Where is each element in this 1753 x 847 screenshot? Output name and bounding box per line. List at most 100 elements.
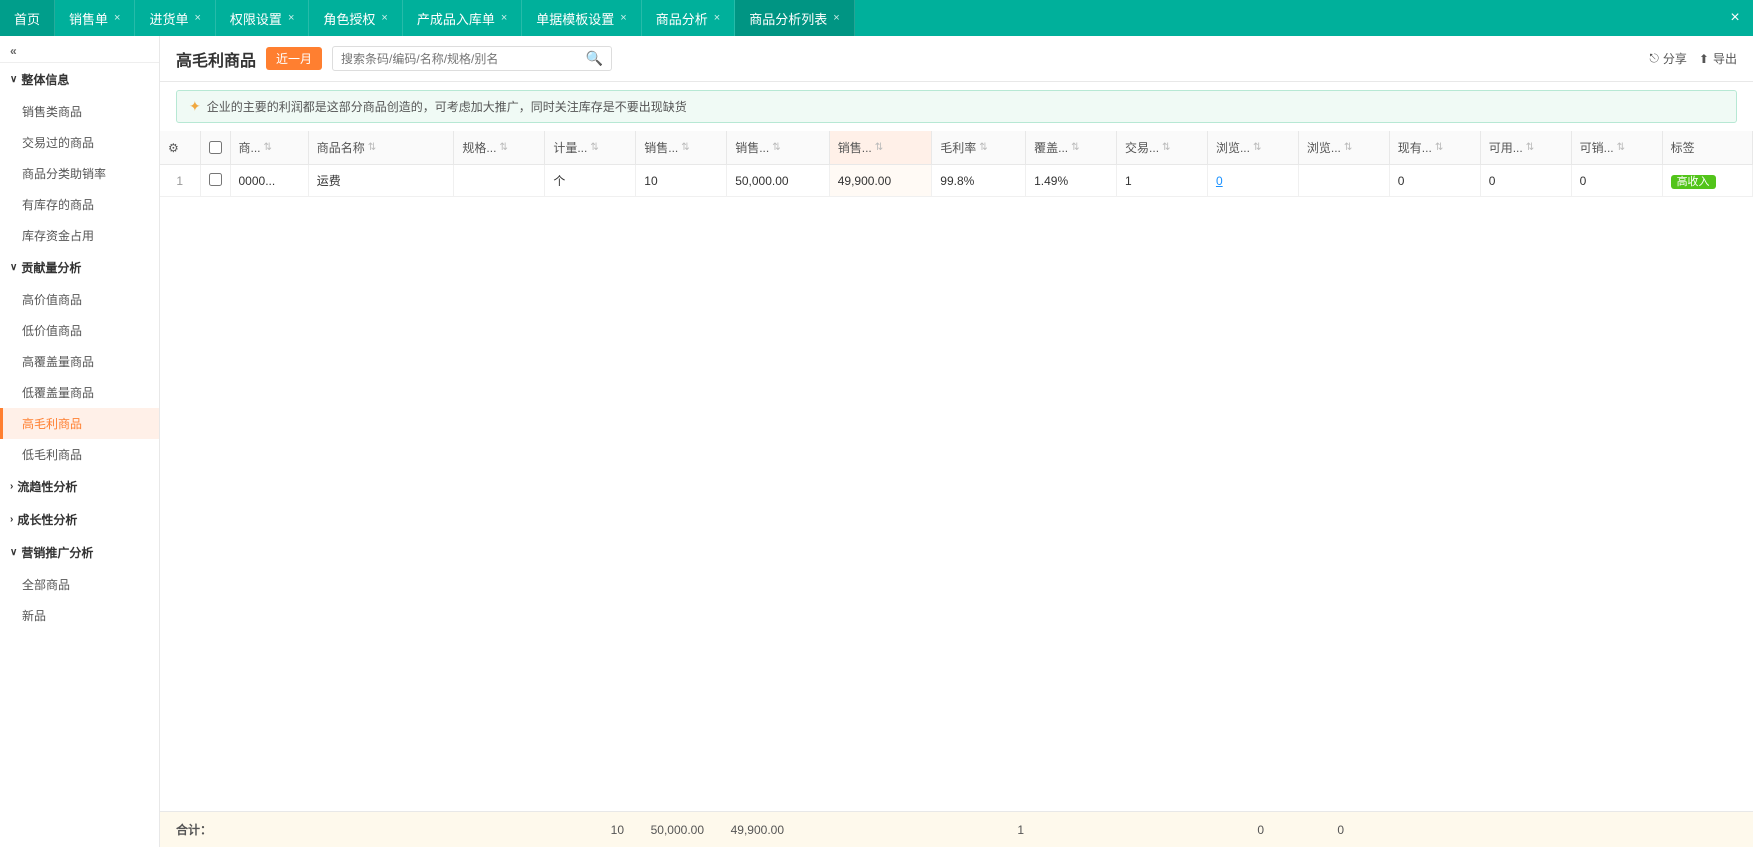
nav-tab-sales[interactable]: 销售单 × <box>55 0 135 36</box>
time-filter-button[interactable]: 近一月 <box>266 47 322 70</box>
table-row: 1 0000... 运费 个 <box>160 165 1753 197</box>
table-header-row: ⚙ 商...⇅ 商品名称⇅ 规格...⇅ <box>160 131 1753 165</box>
th-available[interactable]: 可用...⇅ <box>1480 131 1571 165</box>
sidebar-section-growth[interactable]: › 成长性分析 <box>0 503 159 536</box>
th-tag[interactable]: 标签 <box>1662 131 1752 165</box>
sidebar-item-sales-goods[interactable]: 销售类商品 <box>0 96 159 127</box>
th-trade[interactable]: 交易...⇅ <box>1117 131 1208 165</box>
sidebar-item-traded-goods[interactable]: 交易过的商品 <box>0 127 159 158</box>
nav-tab-permissions[interactable]: 权限设置 × <box>216 0 309 36</box>
th-settings[interactable]: ⚙ <box>160 131 200 165</box>
info-banner: ✦ 企业的主要的利润都是这部分商品创造的，可考虑加大推广，同时关注库存是不要出现… <box>176 90 1737 123</box>
sort-icon-browse2: ⇅ <box>1344 142 1352 153</box>
sort-icon-stock: ⇅ <box>1435 142 1443 153</box>
th-unit[interactable]: 计量...⇅ <box>545 131 636 165</box>
sidebar-section-overall[interactable]: ∨ 整体信息 <box>0 63 159 96</box>
nav-tab-product-inbound[interactable]: 产成品入库单 × <box>403 0 522 36</box>
sidebar-item-all-goods[interactable]: 全部商品 <box>0 569 159 600</box>
footer-available: 0 <box>1272 823 1352 837</box>
sidebar-item-stocked-goods[interactable]: 有库存的商品 <box>0 189 159 220</box>
window-close-button[interactable]: × <box>1717 0 1753 36</box>
nav-tab-roles[interactable]: 角色授权 × <box>309 0 402 36</box>
close-tab-sales[interactable]: × <box>114 12 120 24</box>
close-tab-analysis[interactable]: × <box>714 12 720 24</box>
sidebar-section-marketing[interactable]: ∨ 营销推广分析 <box>0 536 159 569</box>
th-stock[interactable]: 现有...⇅ <box>1389 131 1480 165</box>
close-tab-purchase[interactable]: × <box>194 12 200 24</box>
sidebar-item-low-value[interactable]: 低价值商品 <box>0 315 159 346</box>
cell-coverage: 1.49% <box>1026 165 1117 197</box>
close-tab-product-inbound[interactable]: × <box>501 12 507 24</box>
th-sale-qty[interactable]: 销售...⇅ <box>636 131 727 165</box>
nav-tab-analysis-list[interactable]: 商品分析列表 × <box>735 0 854 36</box>
sidebar-toggle[interactable]: « <box>10 44 17 58</box>
sidebar-section-contribution[interactable]: ∨ 贡献量分析 <box>0 251 159 284</box>
sidebar-item-inventory-capital[interactable]: 库存资金占用 <box>0 220 159 251</box>
sidebar-item-high-margin[interactable]: 高毛利商品 <box>0 408 159 439</box>
th-sellable[interactable]: 可销...⇅ <box>1571 131 1662 165</box>
sidebar-section-trend[interactable]: › 流趋性分析 <box>0 470 159 503</box>
sidebar-item-low-coverage[interactable]: 低覆盖量商品 <box>0 377 159 408</box>
cell-code: 0000... <box>230 165 308 197</box>
top-navigation: 首页 销售单 × 进货单 × 权限设置 × 角色授权 × 产成品入库单 × 单据… <box>0 0 1753 36</box>
close-tab-roles[interactable]: × <box>381 12 387 24</box>
select-all-checkbox[interactable] <box>209 141 222 154</box>
cell-stock: 0 <box>1389 165 1480 197</box>
share-button[interactable]: ⎋ 分享 <box>1649 50 1687 67</box>
search-icon[interactable]: 🔍 <box>586 50 603 67</box>
row-checkbox[interactable] <box>209 173 222 186</box>
cell-spec <box>454 165 545 197</box>
section-arrow-overall: ∨ <box>10 74 17 85</box>
close-tab-analysis-list[interactable]: × <box>833 12 839 24</box>
cell-checkbox[interactable] <box>200 165 230 197</box>
nav-tab-template[interactable]: 单据模板设置 × <box>522 0 641 36</box>
sort-icon-sale-profit: ⇅ <box>875 142 883 153</box>
sort-icon-coverage: ⇅ <box>1071 142 1079 153</box>
footer-sale-amt: 50,000.00 <box>632 823 712 837</box>
export-button[interactable]: ⬆ 导出 <box>1699 50 1737 67</box>
content-header: 高毛利商品 近一月 🔍 ⎋ 分享 ⬆ 导出 <box>160 36 1753 82</box>
th-browse2[interactable]: 浏览...⇅ <box>1298 131 1389 165</box>
section-arrow-marketing: ∨ <box>10 547 17 558</box>
th-browse1[interactable]: 浏览...⇅ <box>1207 131 1298 165</box>
header-actions: ⎋ 分享 ⬆ 导出 <box>1649 50 1737 67</box>
th-code[interactable]: 商...⇅ <box>230 131 308 165</box>
sidebar-item-category-rate[interactable]: 商品分类助销率 <box>0 158 159 189</box>
th-checkbox[interactable] <box>200 131 230 165</box>
sidebar-item-low-margin[interactable]: 低毛利商品 <box>0 439 159 470</box>
sort-icon-browse1: ⇅ <box>1253 142 1261 153</box>
sidebar-item-high-coverage[interactable]: 高覆盖量商品 <box>0 346 159 377</box>
th-name[interactable]: 商品名称⇅ <box>308 131 454 165</box>
nav-tab-purchase[interactable]: 进货单 × <box>135 0 215 36</box>
nav-tab-home[interactable]: 首页 <box>0 0 55 36</box>
search-input[interactable] <box>341 52 586 66</box>
sort-icon-spec: ⇅ <box>499 142 507 153</box>
th-spec[interactable]: 规格...⇅ <box>454 131 545 165</box>
nav-tab-analysis[interactable]: 商品分析 × <box>642 0 735 36</box>
cell-browse2 <box>1298 165 1389 197</box>
cell-browse1[interactable]: 0 <box>1207 165 1298 197</box>
close-tab-permissions[interactable]: × <box>288 12 294 24</box>
cell-sale-profit: 49,900.00 <box>829 165 932 197</box>
cell-unit: 个 <box>545 165 636 197</box>
th-coverage[interactable]: 覆盖...⇅ <box>1026 131 1117 165</box>
th-sale-profit[interactable]: 销售...⇅ <box>829 131 932 165</box>
footer-sale-qty: 10 <box>552 823 632 837</box>
share-icon: ⎋ <box>1649 51 1659 66</box>
footer-cell-empty2 <box>312 823 392 837</box>
cell-margin-rate: 99.8% <box>932 165 1026 197</box>
sort-icon-trade: ⇅ <box>1162 142 1170 153</box>
close-tab-template[interactable]: × <box>620 12 626 24</box>
sort-icon-unit: ⇅ <box>590 142 598 153</box>
th-sale-amt[interactable]: 销售...⇅ <box>727 131 830 165</box>
sidebar-item-new-goods[interactable]: 新品 <box>0 600 159 631</box>
footer-label: 合计： <box>176 821 212 838</box>
section-arrow-growth: › <box>10 514 13 525</box>
sidebar: « ∨ 整体信息 销售类商品 交易过的商品 商品分类助销率 有库存的商品 库存资… <box>0 36 160 847</box>
sidebar-item-high-value[interactable]: 高价值商品 <box>0 284 159 315</box>
data-table-wrapper[interactable]: ⚙ 商...⇅ 商品名称⇅ 规格...⇅ <box>160 131 1753 811</box>
th-margin-rate[interactable]: 毛利率⇅ <box>932 131 1026 165</box>
cell-available: 0 <box>1480 165 1571 197</box>
footer-trade: 1 <box>952 823 1032 837</box>
footer-empty-coverage <box>872 823 952 837</box>
